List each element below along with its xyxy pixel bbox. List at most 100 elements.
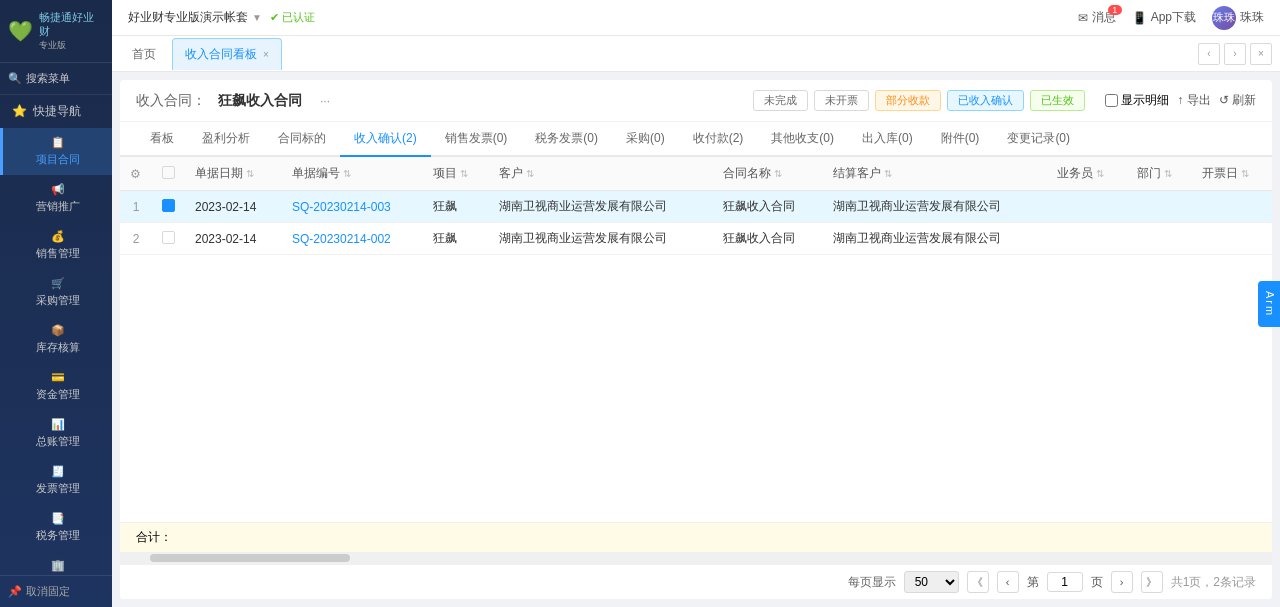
status-partial-payment[interactable]: 部分收款 (875, 90, 941, 111)
app-download-button[interactable]: 📱 App下载 (1132, 9, 1196, 26)
total-pages-info: 共1页，2条记录 (1171, 574, 1256, 591)
export-button[interactable]: ↑ 导出 (1177, 92, 1210, 109)
row-date: 2023-02-14 (185, 223, 282, 255)
accounting-icon: 📊 (51, 418, 65, 431)
page-input[interactable] (1047, 572, 1083, 592)
col-salesperson: 业务员 ⇅ (1047, 157, 1127, 191)
sort-customer-icon[interactable]: ⇅ (526, 168, 534, 179)
row-project: 狂飙 (423, 223, 489, 255)
status-confirmed[interactable]: 已收入确认 (947, 90, 1024, 111)
status-uninvoiced[interactable]: 未开票 (814, 90, 869, 111)
sort-project-icon[interactable]: ⇅ (460, 168, 468, 179)
sales-icon: 💰 (51, 230, 65, 243)
sidebar-item-label: 发票管理 (36, 481, 80, 496)
table-row[interactable]: 2 2023-02-14 SQ-20230214-002 狂飙 湖南卫视商业运营… (120, 223, 1272, 255)
company-selector[interactable]: 好业财专业版演示帐套 ▼ (128, 9, 262, 26)
home-tab[interactable]: 首页 (120, 36, 168, 72)
last-page-button[interactable]: 》 (1141, 571, 1163, 593)
sidebar-item-invoice[interactable]: 🧾 发票管理 (0, 457, 112, 504)
message-button[interactable]: ✉ 1 消息 (1078, 9, 1116, 26)
row-num: 2 (120, 223, 152, 255)
tab-warehouse[interactable]: 出入库(0) (848, 122, 927, 157)
user-avatar[interactable]: 珠珠 珠珠 (1212, 6, 1264, 30)
verified-badge: ✔ 已认证 (270, 10, 315, 25)
pin-button[interactable]: 📌 取消固定 (0, 575, 112, 607)
tab-close-icon[interactable]: × (263, 49, 269, 60)
tab-change-log[interactable]: 变更记录(0) (993, 122, 1084, 157)
sidebar-item-asset[interactable]: 🏢 固定资产 (0, 551, 112, 575)
tab-other-income[interactable]: 其他收支(0) (757, 122, 848, 157)
download-icon: 📱 (1132, 11, 1147, 25)
tab-close-all-button[interactable]: × (1250, 43, 1272, 65)
show-detail-input[interactable] (1105, 94, 1118, 107)
more-button[interactable]: ··· (314, 94, 336, 108)
select-all-checkbox[interactable] (162, 166, 175, 179)
show-detail-checkbox[interactable]: 显示明细 (1105, 92, 1169, 109)
pagination: 每页显示 50 20 100 《 ‹ 第 页 › 》 共1页，2条记录 (120, 564, 1272, 599)
show-detail-label: 显示明细 (1121, 92, 1169, 109)
tab-attachment[interactable]: 附件(0) (927, 122, 994, 157)
contract-header: 收入合同： 狂飙收入合同 ··· 未完成 未开票 部分收款 已收入确认 已生效 … (120, 80, 1272, 122)
sidebar-item-label: 采购管理 (36, 293, 80, 308)
sidebar-item-project[interactable]: 📋 项目合同 (0, 128, 112, 175)
next-page-button[interactable]: › (1111, 571, 1133, 593)
sidebar-item-accounting[interactable]: 📊 总账管理 (0, 410, 112, 457)
sort-number-icon[interactable]: ⇅ (343, 168, 351, 179)
doc-link[interactable]: SQ-20230214-003 (292, 200, 391, 214)
sidebar-item-inventory[interactable]: 📦 库存核算 (0, 316, 112, 363)
scrollbar-thumb[interactable] (150, 554, 350, 562)
horizontal-scrollbar[interactable] (120, 552, 1272, 564)
status-incomplete[interactable]: 未完成 (753, 90, 808, 111)
page-size-select[interactable]: 50 20 100 (904, 571, 959, 593)
status-effective[interactable]: 已生效 (1030, 90, 1085, 111)
table-row[interactable]: 1 2023-02-14 SQ-20230214-003 狂飙 湖南卫视商业运营… (120, 191, 1272, 223)
right-action-button[interactable]: Arm (1258, 280, 1280, 326)
sort-salesperson-icon[interactable]: ⇅ (1096, 168, 1104, 179)
tab-revenue-confirm[interactable]: 收入确认(2) (340, 122, 431, 157)
contract-tab[interactable]: 收入合同看板 × (172, 38, 282, 70)
col-number: 单据编号 ⇅ (282, 157, 424, 191)
sort-invoice-date-icon[interactable]: ⇅ (1241, 168, 1249, 179)
project-icon: 📋 (51, 136, 65, 149)
sidebar-item-label: 销售管理 (36, 246, 80, 261)
doc-link[interactable]: SQ-20230214-002 (292, 232, 391, 246)
sort-date-icon[interactable]: ⇅ (246, 168, 254, 179)
sidebar-item-marketing[interactable]: 📢 营销推广 (0, 175, 112, 222)
refresh-button[interactable]: ↺ 刷新 (1219, 92, 1256, 109)
sort-contract-icon[interactable]: ⇅ (774, 168, 782, 179)
tab-subject[interactable]: 合同标的 (264, 122, 340, 157)
settings-icon[interactable]: ⚙ (130, 167, 141, 181)
col-invoice-date: 开票日 ⇅ (1192, 157, 1272, 191)
tab-prev-button[interactable]: ‹ (1198, 43, 1220, 65)
row-salesperson (1047, 191, 1127, 223)
col-date: 单据日期 ⇅ (185, 157, 282, 191)
row-checkbox[interactable] (152, 223, 185, 255)
avatar: 珠珠 (1212, 6, 1236, 30)
search-menu[interactable]: 🔍 搜索菜单 (0, 63, 112, 95)
tab-sales-invoice[interactable]: 销售发票(0) (431, 122, 522, 157)
tab-profit[interactable]: 盈利分析 (188, 122, 264, 157)
tab-payment[interactable]: 收付款(2) (679, 122, 758, 157)
pin-icon: 📌 (8, 585, 22, 598)
content-area: 收入合同： 狂飙收入合同 ··· 未完成 未开票 部分收款 已收入确认 已生效 … (120, 80, 1272, 599)
sidebar-nav: 📋 项目合同 📢 营销推广 💰 销售管理 🛒 采购管理 📦 库存核算 💳 资金管… (0, 128, 112, 575)
tab-dashboard[interactable]: 看板 (136, 122, 188, 157)
sidebar-item-purchase[interactable]: 🛒 采购管理 (0, 269, 112, 316)
tab-next-button[interactable]: › (1224, 43, 1246, 65)
sidebar-item-sales[interactable]: 💰 销售管理 (0, 222, 112, 269)
tab-tax-invoice[interactable]: 税务发票(0) (521, 122, 612, 157)
tab-purchase[interactable]: 采购(0) (612, 122, 679, 157)
page-label-current: 第 (1027, 574, 1039, 591)
sort-department-icon[interactable]: ⇅ (1164, 168, 1172, 179)
sidebar-item-tax[interactable]: 📑 税务管理 (0, 504, 112, 551)
row-checkbox[interactable] (152, 191, 185, 223)
message-badge: 1 (1108, 5, 1122, 15)
topbar-right: ✉ 1 消息 📱 App下载 珠珠 珠珠 (1078, 6, 1264, 30)
sidebar-item-quick-nav[interactable]: ⭐ 快捷导航 (0, 95, 112, 128)
prev-page-button[interactable]: ‹ (997, 571, 1019, 593)
col-project: 项目 ⇅ (423, 157, 489, 191)
sidebar-item-fund[interactable]: 💳 资金管理 (0, 363, 112, 410)
search-label: 搜索菜单 (26, 71, 70, 86)
sort-result-customer-icon[interactable]: ⇅ (884, 168, 892, 179)
first-page-button[interactable]: 《 (967, 571, 989, 593)
